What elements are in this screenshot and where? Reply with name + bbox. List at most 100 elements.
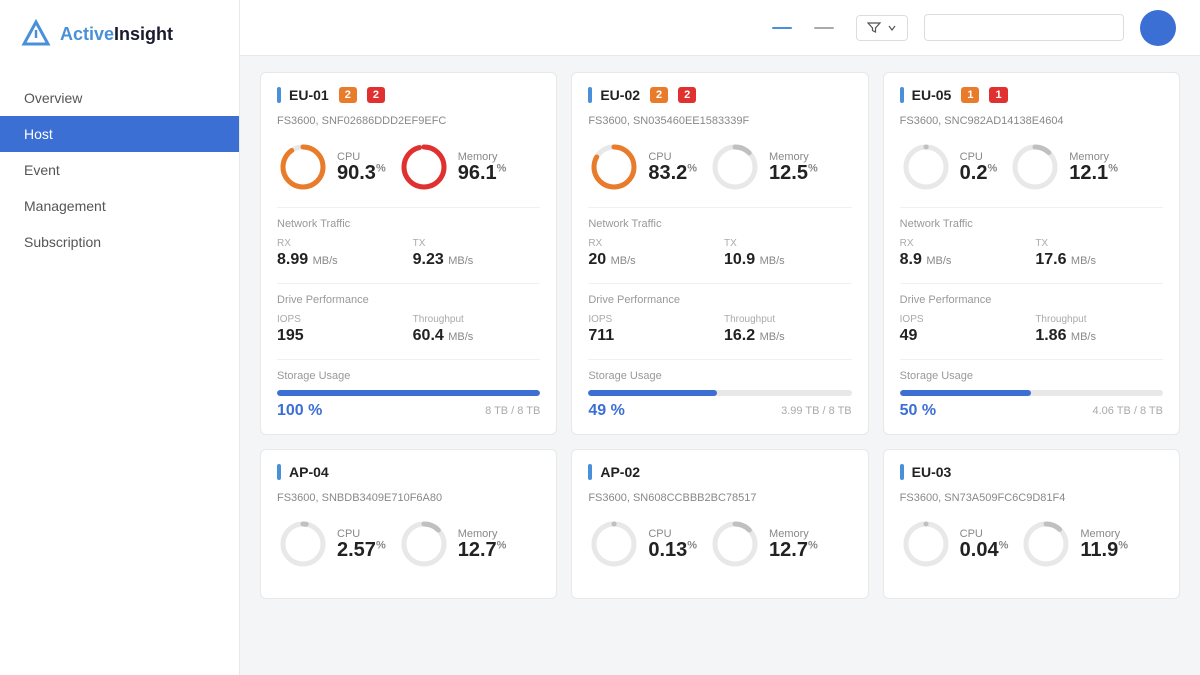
topbar-right	[772, 10, 1176, 46]
throughput-label: Throughput	[1035, 314, 1163, 325]
sidebar-item-host[interactable]: Host	[0, 116, 239, 152]
mem-unit: %	[808, 539, 818, 551]
divider	[277, 207, 540, 208]
divider2	[277, 283, 540, 284]
rx-label: RX	[588, 238, 716, 249]
filter-button[interactable]	[856, 15, 908, 41]
rx-value: 20 MB/s	[588, 251, 716, 269]
card-header: AP-02	[588, 464, 851, 480]
card-indicator	[588, 87, 592, 103]
cpu-metric: CPU 83.2%	[588, 141, 697, 193]
avatar[interactable]	[1140, 10, 1176, 46]
storage-label: Storage Usage	[588, 370, 851, 382]
card-header: EU-01 22	[277, 87, 540, 103]
gauge-svg	[709, 518, 761, 570]
cpu-gauge	[277, 141, 329, 193]
tx-stat: TX 10.9 MB/s	[724, 238, 852, 269]
cpu-metric: CPU 0.2%	[900, 141, 998, 193]
mem-unit: %	[1108, 162, 1118, 174]
tx-label: TX	[724, 238, 852, 249]
storage-row: 50 % 4.06 TB / 8 TB	[900, 402, 1163, 420]
sidebar-item-subscription[interactable]: Subscription	[0, 224, 239, 260]
divider3	[588, 359, 851, 360]
iops-stat: IOPS 711	[588, 314, 716, 345]
iops-stat: IOPS 49	[900, 314, 1028, 345]
card-header: EU-02 22	[588, 87, 851, 103]
card-header: EU-03	[900, 464, 1163, 480]
chevron-down-icon	[887, 23, 897, 33]
gauge-svg	[900, 518, 952, 570]
badge-red: 2	[367, 87, 385, 103]
card-indicator	[900, 464, 904, 480]
card-subtitle: FS3600, SNF02686DDD2EF9EFC	[277, 115, 540, 127]
gauge-svg	[1009, 141, 1061, 193]
network-stats: RX 8.9 MB/s TX 17.6 MB/s	[900, 238, 1163, 269]
metrics-row: CPU 0.2% Memory 12.1%	[900, 141, 1163, 193]
card-title: AP-04	[289, 464, 329, 480]
sidebar: ActiveInsight Overview Host Event Manage…	[0, 0, 240, 675]
cpu-value: 90.3%	[337, 163, 386, 183]
metrics-row: CPU 0.13% Memory 12.7%	[588, 518, 851, 570]
throughput-unit: MB/s	[760, 331, 785, 343]
iops-stat: IOPS 195	[277, 314, 405, 345]
rx-stat: RX 20 MB/s	[588, 238, 716, 269]
card-ap-04: AP-04 FS3600, SNBDB3409E710F6A80 CPU 2.5…	[260, 449, 557, 599]
storage-pct: 50 %	[900, 402, 936, 420]
storage-bar-fill	[277, 390, 540, 396]
cpu-gauge	[588, 141, 640, 193]
mem-value: 12.7%	[458, 540, 507, 560]
card-subtitle: FS3600, SNBDB3409E710F6A80	[277, 492, 540, 504]
tx-value: 9.23 MB/s	[413, 251, 541, 269]
badge-orange: 1	[961, 87, 979, 103]
card-title: EU-01	[289, 87, 329, 103]
cpu-unit: %	[376, 162, 386, 174]
tx-label: TX	[413, 238, 541, 249]
card-title: AP-02	[600, 464, 640, 480]
cpu-metric: CPU 0.04%	[900, 518, 1009, 570]
divider	[588, 207, 851, 208]
rx-unit: MB/s	[313, 255, 338, 267]
mem-metric: Memory 12.7%	[398, 518, 507, 570]
iops-value: 711	[588, 327, 716, 345]
cpu-gauge	[900, 518, 952, 570]
drive-stats: IOPS 711 Throughput 16.2 MB/s	[588, 314, 851, 345]
storage-pct: 49 %	[588, 402, 624, 420]
throughput-stat: Throughput 1.86 MB/s	[1035, 314, 1163, 345]
gauge-svg	[398, 518, 450, 570]
card-title: EU-05	[912, 87, 952, 103]
content-area: EU-01 22 FS3600, SNF02686DDD2EF9EFC CPU …	[240, 56, 1200, 675]
rx-unit: MB/s	[611, 255, 636, 267]
mem-value: 12.7%	[769, 540, 818, 560]
storage-bar-wrap	[277, 390, 540, 396]
logo-text: ActiveInsight	[60, 24, 173, 45]
drive-label: Drive Performance	[900, 294, 1163, 306]
main-area: EU-01 22 FS3600, SNF02686DDD2EF9EFC CPU …	[240, 0, 1200, 675]
network-label: Network Traffic	[588, 218, 851, 230]
sidebar-item-management[interactable]: Management	[0, 188, 239, 224]
network-label: Network Traffic	[277, 218, 540, 230]
tx-label: TX	[1035, 238, 1163, 249]
iops-label: IOPS	[588, 314, 716, 325]
storage-bar-fill	[588, 390, 717, 396]
mem-metric: Memory 12.7%	[709, 518, 818, 570]
rx-label: RX	[277, 238, 405, 249]
cpu-value: 2.57%	[337, 540, 386, 560]
storage-label: Storage Usage	[900, 370, 1163, 382]
card-header: EU-05 11	[900, 87, 1163, 103]
throughput-label: Throughput	[724, 314, 852, 325]
logo: ActiveInsight	[0, 0, 239, 68]
cpu-value: 0.2%	[960, 163, 998, 183]
sidebar-item-event[interactable]: Event	[0, 152, 239, 188]
tx-unit: MB/s	[760, 255, 785, 267]
sidebar-item-overview[interactable]: Overview	[0, 80, 239, 116]
mem-metric: Memory 12.5%	[709, 141, 818, 193]
divider3	[900, 359, 1163, 360]
mem-metric: Memory 96.1%	[398, 141, 507, 193]
gauge-svg	[398, 141, 450, 193]
metrics-row: CPU 83.2% Memory 12.5%	[588, 141, 851, 193]
drive-label: Drive Performance	[588, 294, 851, 306]
badge-orange: 2	[339, 87, 357, 103]
search-input[interactable]	[924, 14, 1124, 41]
topbar	[240, 0, 1200, 56]
gauge-svg	[900, 141, 952, 193]
